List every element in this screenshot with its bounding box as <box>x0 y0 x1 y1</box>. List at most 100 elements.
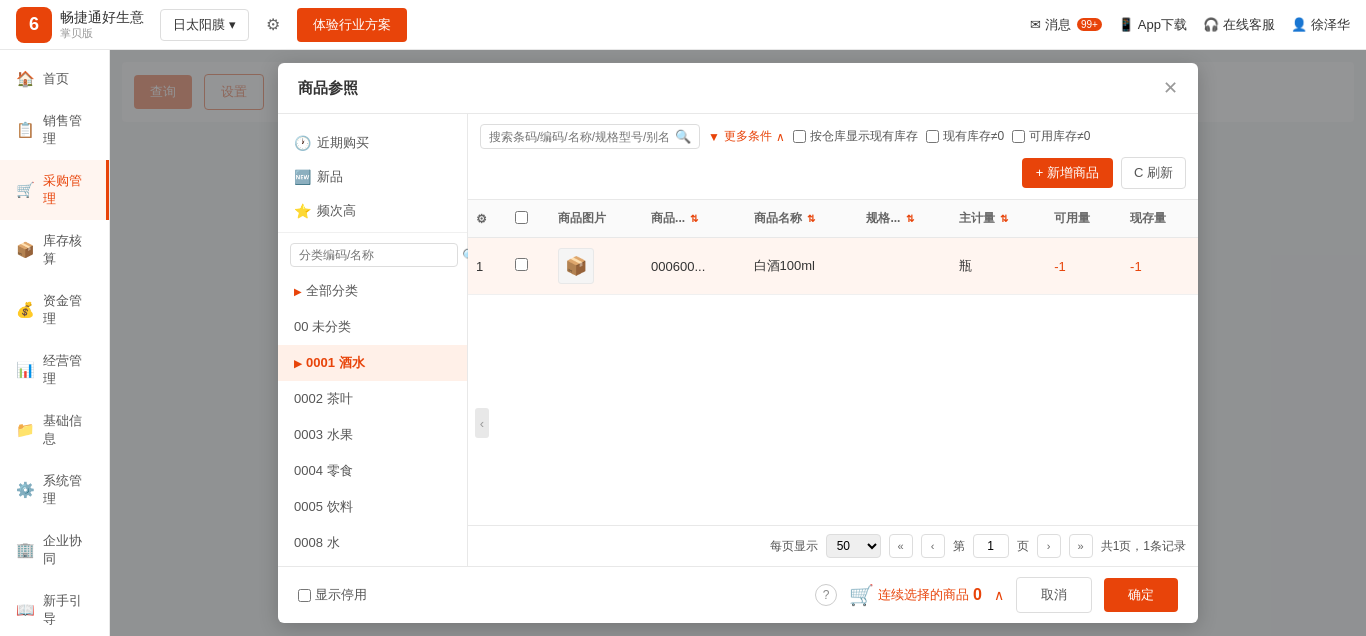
sidebar-item-sales[interactable]: 📋 销售管理 <box>0 100 109 160</box>
quick-link-new[interactable]: 🆕 新品 <box>278 160 467 194</box>
cell-check[interactable] <box>507 238 549 295</box>
refresh-btn[interactable]: C 刷新 <box>1121 157 1186 189</box>
prev-page-btn[interactable]: ‹ <box>921 534 945 558</box>
cat-c0003[interactable]: 0003 水果 <box>278 417 467 453</box>
sidebar-item-inventory[interactable]: 📦 库存核算 <box>0 220 109 280</box>
sidebar-label-finance: 资金管理 <box>43 292 93 328</box>
category-search-input[interactable] <box>290 243 458 267</box>
cat-all[interactable]: ▶ 全部分类 <box>278 273 467 309</box>
avatar-icon: 👤 <box>1291 17 1307 32</box>
product-search-input[interactable] <box>489 130 669 144</box>
warehouse-stock-checkbox[interactable] <box>793 130 806 143</box>
online-service-btn[interactable]: 🎧 在线客服 <box>1203 16 1275 34</box>
sort-code-icon: ⇅ <box>690 213 698 224</box>
modal-body: 🕐 近期购买 🆕 新品 ⭐ 频次高 <box>278 114 1198 566</box>
messages-btn[interactable]: ✉ 消息 99+ <box>1030 16 1102 34</box>
last-page-btn[interactable]: » <box>1069 534 1093 558</box>
app-download-btn[interactable]: 📱 App下载 <box>1118 16 1187 34</box>
cat-c0004[interactable]: 0004 零食 <box>278 453 467 489</box>
usable-stock-checkbox[interactable] <box>1012 130 1025 143</box>
panel-collapse-btn[interactable]: ‹ <box>475 408 489 438</box>
row-checkbox[interactable] <box>515 258 528 271</box>
show-disabled-text: 显示停用 <box>315 586 367 604</box>
product-panel: 🔍 ▼ 更多条件 ∧ 按仓库显示现有库存 <box>468 114 1198 566</box>
first-page-btn[interactable]: « <box>889 534 913 558</box>
category-list: ▶ 全部分类 00 未分类 ▶ 0001 酒水 0002 茶 <box>278 273 467 558</box>
available-stock-checkbox-label[interactable]: 现有库存≠0 <box>926 128 1004 145</box>
app-download-label: App下载 <box>1138 16 1187 34</box>
content-area: 查询 设置 商品参照 ✕ 🕐 <box>110 50 1366 636</box>
cell-unit: 瓶 <box>951 238 1046 295</box>
user-area[interactable]: 👤 徐泽华 <box>1291 16 1350 34</box>
finance-icon: 💰 <box>16 301 35 319</box>
sort-name-icon: ⇅ <box>807 213 815 224</box>
sidebar-item-system[interactable]: ⚙️ 系统管理 <box>0 460 109 520</box>
logo-icon: 6 <box>16 7 52 43</box>
settings-icon[interactable]: ⚙ <box>257 9 289 41</box>
sidebar-item-guide[interactable]: 📖 新手引导 <box>0 580 109 636</box>
cat-c0008[interactable]: 0008 水 <box>278 525 467 558</box>
star-icon: ⭐ <box>294 203 311 219</box>
table-row[interactable]: 1 📦 000600... 白酒100ml <box>468 238 1198 295</box>
page-label: 第 <box>953 538 965 555</box>
guide-icon: 📖 <box>16 601 35 619</box>
basic-icon: 📁 <box>16 421 35 439</box>
sidebar-item-operations[interactable]: 📊 经营管理 <box>0 340 109 400</box>
select-all-checkbox[interactable] <box>515 211 528 224</box>
cat-c0005[interactable]: 0005 饮料 <box>278 489 467 525</box>
page-of-label: 页 <box>1017 538 1029 555</box>
cat-c0001[interactable]: ▶ 0001 酒水 <box>278 345 467 381</box>
modal-close-btn[interactable]: ✕ <box>1163 77 1178 99</box>
cat-c0001-label: 0001 酒水 <box>306 354 365 372</box>
usable-stock-checkbox-label[interactable]: 可用库存≠0 <box>1012 128 1090 145</box>
confirm-btn[interactable]: 确定 <box>1104 578 1178 612</box>
cancel-btn[interactable]: 取消 <box>1016 577 1092 613</box>
brand-name: 畅捷通好生意 <box>60 8 144 26</box>
col-gear[interactable]: ⚙ <box>468 200 507 238</box>
cat-c0002[interactable]: 0002 茶叶 <box>278 381 467 417</box>
filter-btn[interactable]: ▼ 更多条件 ∧ <box>708 128 785 145</box>
page-number-input[interactable] <box>973 534 1009 558</box>
messages-label: 消息 <box>1045 16 1071 34</box>
cat-c00[interactable]: 00 未分类 <box>278 309 467 345</box>
sidebar-label-sales: 销售管理 <box>43 112 93 148</box>
footer-collapse-btn[interactable]: ∧ <box>994 587 1004 603</box>
product-table: ⚙ 商品图片 商品... ⇅ 商品名称 <box>468 200 1198 295</box>
sidebar-item-enterprise[interactable]: 🏢 企业协同 <box>0 520 109 580</box>
col-stock: 现存量 <box>1122 200 1198 238</box>
search-icon[interactable]: 🔍 <box>675 129 691 144</box>
warehouse-stock-checkbox-label[interactable]: 按仓库显示现有库存 <box>793 128 918 145</box>
col-name[interactable]: 商品名称 ⇅ <box>746 200 859 238</box>
show-disabled-label[interactable]: 显示停用 <box>298 586 367 604</box>
sidebar-item-basic[interactable]: 📁 基础信息 <box>0 400 109 460</box>
available-stock-checkbox[interactable] <box>926 130 939 143</box>
enterprise-icon: 🏢 <box>16 541 35 559</box>
add-product-btn[interactable]: + 新增商品 <box>1022 158 1113 188</box>
top-nav: 6 畅捷通好生意 掌贝版 日太阳膜 ▾ ⚙ 体验行业方案 ✉ 消息 99+ 📱 … <box>0 0 1366 50</box>
show-disabled-checkbox[interactable] <box>298 589 311 602</box>
per-page-select[interactable]: 50 100 <box>826 534 881 558</box>
sidebar-item-finance[interactable]: 💰 资金管理 <box>0 280 109 340</box>
sidebar-item-home[interactable]: 🏠 首页 <box>0 58 109 100</box>
quick-link-recent-label: 近期购买 <box>317 134 369 152</box>
modal-title: 商品参照 <box>298 79 358 98</box>
cart-icon: 🛒 <box>849 583 874 607</box>
quick-link-recent[interactable]: 🕐 近期购买 <box>278 126 467 160</box>
sidebar-item-purchase[interactable]: 🛒 采购管理 <box>0 160 109 220</box>
home-icon: 🏠 <box>16 70 35 88</box>
cat-c0008-label: 0008 水 <box>294 534 340 552</box>
col-code[interactable]: 商品... ⇅ <box>643 200 745 238</box>
next-page-btn[interactable]: › <box>1037 534 1061 558</box>
purchase-icon: 🛒 <box>16 181 35 199</box>
col-spec[interactable]: 规格... ⇅ <box>858 200 950 238</box>
col-name-label: 商品名称 <box>754 211 802 225</box>
product-image: 📦 <box>558 248 594 284</box>
online-service-label: 在线客服 <box>1223 16 1275 34</box>
store-selector[interactable]: 日太阳膜 ▾ <box>160 9 249 41</box>
col-unit[interactable]: 主计量 ⇅ <box>951 200 1046 238</box>
sort-spec-icon: ⇅ <box>906 213 914 224</box>
sidebar-label-system: 系统管理 <box>43 472 93 508</box>
help-icon[interactable]: ? <box>815 584 837 606</box>
quick-link-frequent[interactable]: ⭐ 频次高 <box>278 194 467 228</box>
experience-btn[interactable]: 体验行业方案 <box>297 8 407 42</box>
